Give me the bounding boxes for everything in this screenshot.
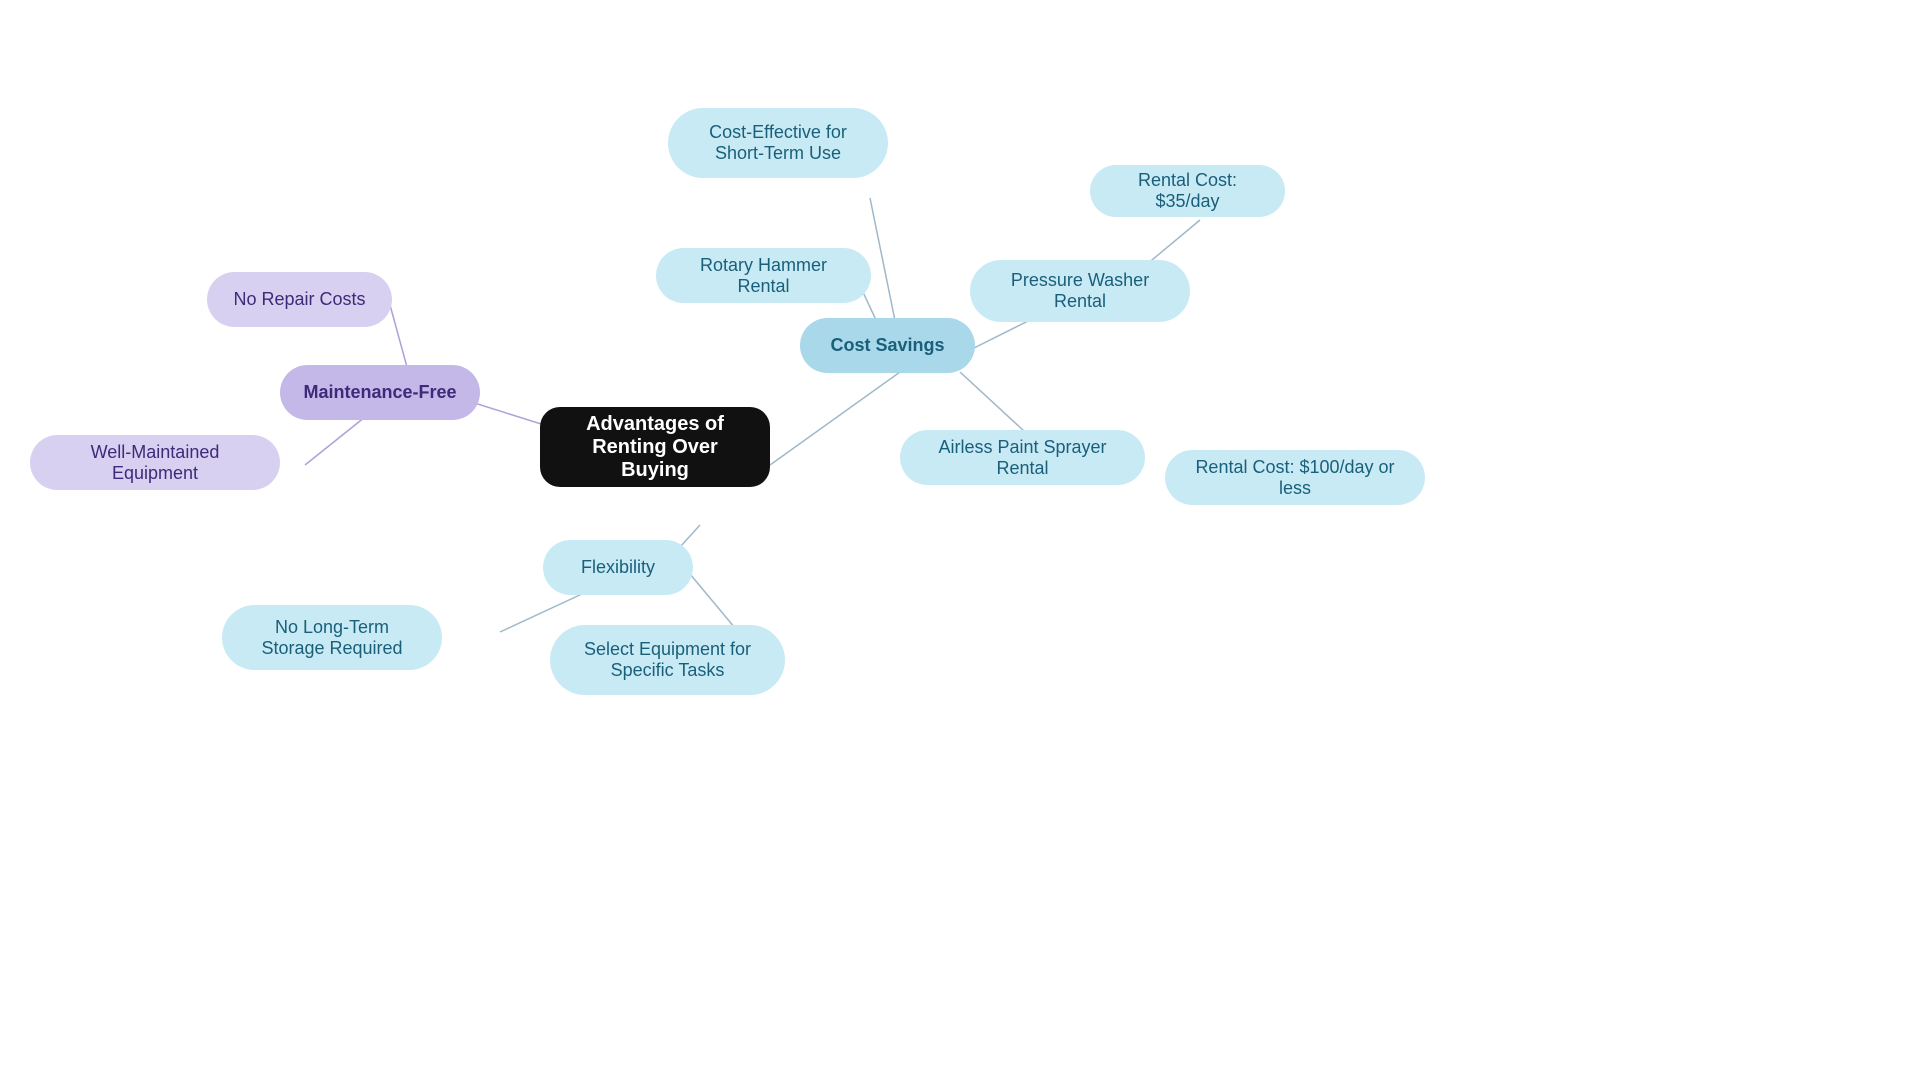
pressure-washer-node: Pressure Washer Rental [970,260,1190,322]
cost-savings-node: Cost Savings [800,318,975,373]
rental-cost-35-node: Rental Cost: $35/day [1090,165,1285,217]
rotary-hammer-node: Rotary Hammer Rental [656,248,871,303]
well-maintained-node: Well-Maintained Equipment [30,435,280,490]
no-repair-node: No Repair Costs [207,272,392,327]
no-storage-node: No Long-Term Storage Required [222,605,442,670]
select-equipment-node: Select Equipment for Specific Tasks [550,625,785,695]
cost-effective-node: Cost-Effective for Short-Term Use [668,108,888,178]
flexibility-node: Flexibility [543,540,693,595]
maintenance-free-node: Maintenance-Free [280,365,480,420]
center-node: Advantages of Renting Over Buying [540,407,770,487]
rental-cost-100-node: Rental Cost: $100/day or less [1165,450,1425,505]
airless-paint-node: Airless Paint Sprayer Rental [900,430,1145,485]
